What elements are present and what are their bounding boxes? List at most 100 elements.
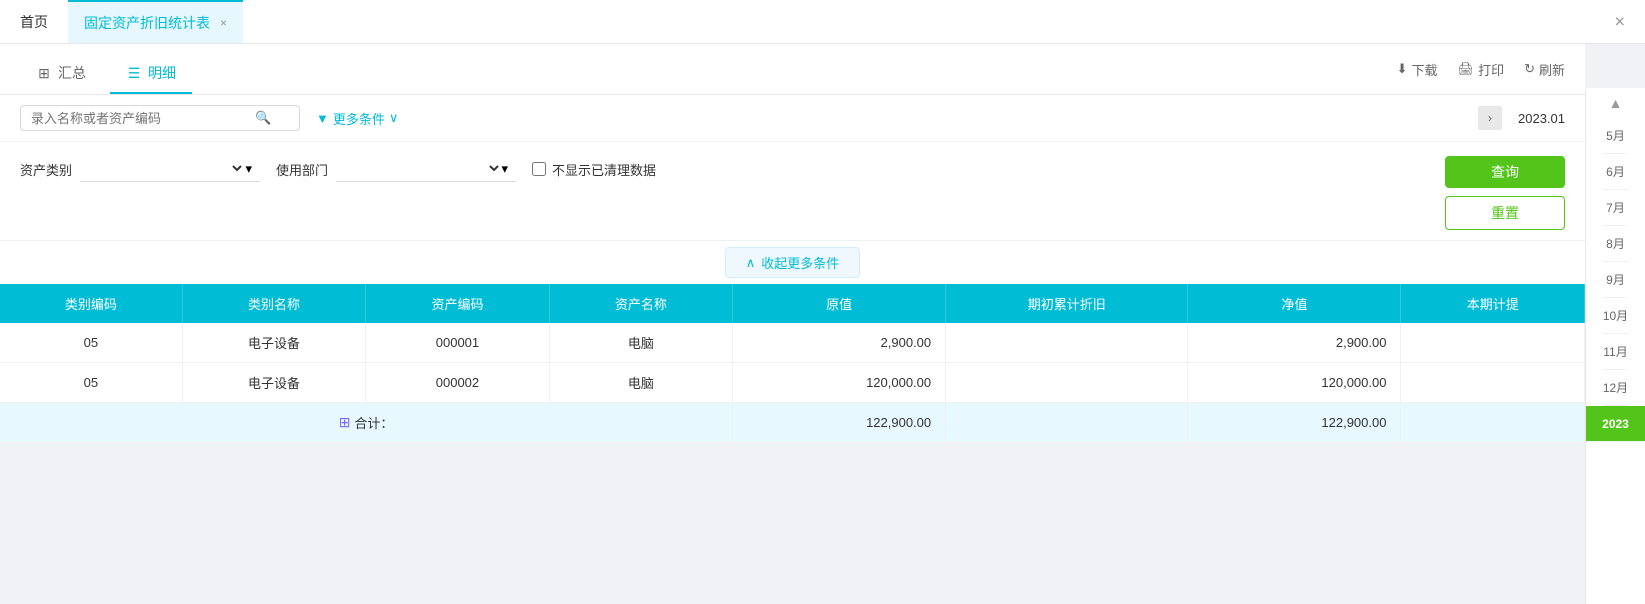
toolbar: ⬇ 下载 🖨 打印 ↻ 刷新 [1377,44,1585,94]
th-original-value: 原值 [733,284,946,323]
filter-area: 资产类别 ▾ 使用部门 ▾ [0,142,1585,241]
main-area: ⊞ 汇总 ☰ 明细 ⬇ 下载 🖨 打印 ↻ 刷 [0,44,1585,604]
td-category-name: 电子设备 [182,323,365,363]
sidebar-year-badge[interactable]: 2023 [1586,406,1645,442]
detail-icon: ☰ [126,65,142,81]
sidebar-month-item[interactable]: 5月 [1603,118,1628,154]
asset-category-select-wrapper[interactable]: ▾ [80,156,260,182]
date-display: 2023.01 [1518,111,1565,126]
sidebar-month-item[interactable]: 6月 [1603,154,1628,190]
tab-detail-label: 明细 [148,63,176,83]
sidebar-month-item[interactable]: 10月 [1603,298,1628,334]
total-text: 合计： [354,413,393,432]
department-label: 使用部门 [276,160,328,179]
filter-row: 资产类别 ▾ 使用部门 ▾ [20,156,1429,182]
total-icon: ⊞ [339,414,351,431]
td-current-period [1401,363,1585,403]
tab-detail[interactable]: ☰ 明细 [110,54,192,94]
total-row: ⊞ 合计： 122,900.00 122,900.00 [0,403,1585,443]
department-select-wrapper[interactable]: ▾ [336,156,516,182]
table-wrapper: 类别编码 类别名称 资产编码 资产名称 原值 期初累计折旧 净值 本期计提 05… [0,284,1585,604]
td-total-label: ⊞ 合计： [0,403,733,443]
td-original-value: 120,000.00 [733,363,946,403]
content-area: ⊞ 汇总 ☰ 明细 ⬇ 下载 🖨 打印 ↻ 刷 [0,44,1645,604]
sidebar-month-item[interactable]: 11月 [1603,334,1628,370]
td-total-net-value: 122,900.00 [1188,403,1401,443]
th-asset-name: 资产名称 [549,284,732,323]
window-close-button[interactable]: × [1614,11,1625,32]
collapse-icon: ∧ [746,255,756,271]
td-total-current-period [1401,403,1585,443]
table-header-row: 类别编码 类别名称 资产编码 资产名称 原值 期初累计折旧 净值 本期计提 [0,284,1585,323]
home-link[interactable]: 首页 [0,0,68,43]
td-acc-depreciation [946,323,1188,363]
th-category-code: 类别编码 [0,284,182,323]
td-asset-name: 电脑 [549,363,732,403]
active-tab[interactable]: 固定资产折旧统计表 × [68,0,243,43]
tab-summary-label: 汇总 [58,63,86,83]
th-current-period: 本期计提 [1401,284,1585,323]
hide-cleared-group: 不显示已清理数据 [532,160,656,179]
sidebar-month-item[interactable]: 12月 [1603,370,1628,406]
tab-summary[interactable]: ⊞ 汇总 [20,54,102,94]
th-category-name: 类别名称 [182,284,365,323]
print-button[interactable]: 🖨 打印 [1458,60,1505,79]
summary-icon: ⊞ [36,65,52,81]
tab-title: 固定资产折旧统计表 [84,13,210,33]
dept-dropdown-icon: ▾ [502,161,509,177]
asset-table: 类别编码 类别名称 资产编码 资产名称 原值 期初累计折旧 净值 本期计提 05… [0,284,1585,443]
sidebar-month-item[interactable]: 9月 [1603,262,1628,298]
table-row: 05 电子设备 000001 电脑 2,900.00 2,900.00 [0,323,1585,363]
td-total-acc-depreciation [946,403,1188,443]
td-asset-code: 000002 [366,363,549,403]
reset-button[interactable]: 重置 [1445,196,1565,230]
td-category-code: 05 [0,323,182,363]
search-icon: 🔍 [255,110,271,126]
asset-category-select[interactable] [88,160,245,177]
collapse-bar: ∧ 收起更多条件 [0,241,1585,284]
date-prev-arrow[interactable]: › [1478,106,1502,130]
department-select[interactable] [344,160,501,177]
refresh-label: 刷新 [1539,60,1565,79]
download-button[interactable]: ⬇ 下载 [1397,60,1438,79]
td-category-code: 05 [0,363,182,403]
search-input-wrapper[interactable]: 🔍 [20,105,300,131]
search-bar: 🔍 ▼ 更多条件 ∨ › 2023.01 [0,95,1585,142]
hide-cleared-checkbox[interactable] [532,162,546,176]
download-label: 下载 [1412,60,1438,79]
hide-cleared-label: 不显示已清理数据 [552,160,656,179]
print-label: 打印 [1478,60,1504,79]
right-sidebar: ▲ 5月6月7月8月9月10月11月12月 2023 [1585,88,1645,604]
sidebar-month-item[interactable]: 8月 [1603,226,1628,262]
search-input[interactable] [31,111,251,126]
refresh-button[interactable]: ↻ 刷新 [1524,60,1565,79]
th-acc-depreciation: 期初累计折旧 [946,284,1188,323]
chevron-down-icon: ∨ [389,110,399,126]
th-asset-code: 资产编码 [366,284,549,323]
download-icon: ⬇ [1397,61,1408,77]
td-asset-code: 000001 [366,323,549,363]
sidebar-up-arrow[interactable]: ▲ [1586,88,1645,118]
filter-icon: ▼ [316,111,329,126]
collapse-label: 收起更多条件 [761,253,839,272]
collapse-button[interactable]: ∧ 收起更多条件 [725,247,861,278]
more-filter-label: 更多条件 [333,109,385,128]
top-nav: 首页 固定资产折旧统计表 × × [0,0,1645,44]
query-button[interactable]: 查询 [1445,156,1565,188]
department-group: 使用部门 ▾ [276,156,516,182]
more-filter-button[interactable]: ▼ 更多条件 ∨ [316,109,398,128]
td-original-value: 2,900.00 [733,323,946,363]
asset-category-group: 资产类别 ▾ [20,156,260,182]
sidebar-month-item[interactable]: 7月 [1603,190,1628,226]
td-net-value: 120,000.00 [1188,363,1401,403]
table-row: 05 电子设备 000002 电脑 120,000.00 120,000.00 [0,363,1585,403]
td-category-name: 电子设备 [182,363,365,403]
th-net-value: 净值 [1188,284,1401,323]
refresh-icon: ↻ [1524,61,1535,77]
td-asset-name: 电脑 [549,323,732,363]
tab-close-icon[interactable]: × [220,16,227,30]
td-current-period [1401,323,1585,363]
asset-category-label: 资产类别 [20,160,72,179]
category-dropdown-icon: ▾ [245,161,252,177]
filter-buttons: 查询 重置 [1445,156,1565,230]
